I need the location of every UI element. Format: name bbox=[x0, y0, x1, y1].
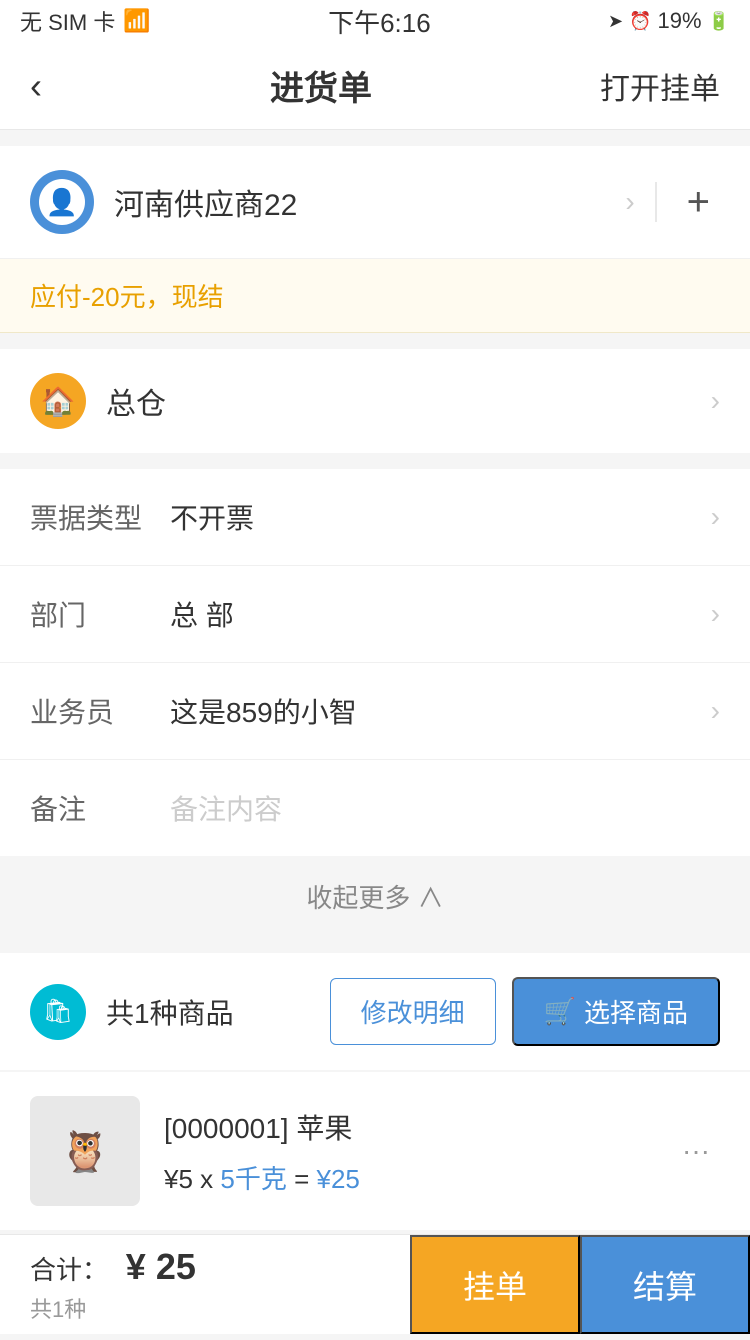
supplier-section: 👤 河南供应商22 › + 应付-20元，现结 bbox=[0, 146, 750, 333]
page-title: 进货单 bbox=[270, 61, 372, 110]
supplier-avatar: 👤 bbox=[30, 170, 94, 234]
supplier-divider bbox=[655, 182, 657, 222]
home-icon: 🏠 bbox=[41, 385, 76, 418]
product-name: [0000001] 苹果 bbox=[164, 1107, 672, 1147]
status-bar: 无 SIM 卡 📶 下午6:16 ➤ ⏰ 19% 🔋 bbox=[0, 0, 750, 42]
shopping-icon: 🛍 bbox=[43, 997, 73, 1026]
supplier-row[interactable]: 👤 河南供应商22 › + bbox=[0, 146, 750, 259]
chevron-right-icon-3: › bbox=[711, 501, 720, 533]
status-left: 无 SIM 卡 📶 bbox=[20, 5, 151, 37]
remark-label: 备注 bbox=[30, 788, 150, 828]
dept-row[interactable]: 部门 总 部 › bbox=[0, 566, 750, 663]
total-label: 合计： bbox=[30, 1255, 108, 1285]
product-count: 共1种商品 bbox=[106, 992, 330, 1032]
invoice-row[interactable]: 票据类型 不开票 › bbox=[0, 469, 750, 566]
product-qty: 5千克 bbox=[220, 1164, 286, 1194]
battery-icon: 🔋 bbox=[708, 11, 730, 32]
multiply-sign: x bbox=[200, 1164, 220, 1194]
suspend-button[interactable]: 挂单 bbox=[410, 1235, 580, 1334]
dept-label: 部门 bbox=[30, 594, 150, 634]
unit-price: ¥5 bbox=[164, 1164, 193, 1194]
add-supplier-button[interactable]: + bbox=[677, 180, 720, 225]
edit-detail-button[interactable]: 修改明细 bbox=[330, 978, 496, 1045]
chevron-right-icon-4: › bbox=[711, 598, 720, 630]
product-placeholder-icon: 🦉 bbox=[60, 1128, 110, 1175]
product-price: ¥5 x 5千克 = ¥25 bbox=[164, 1159, 672, 1196]
checkout-button[interactable]: 结算 bbox=[580, 1235, 750, 1334]
open-pending-button[interactable]: 打开挂单 bbox=[600, 64, 720, 108]
battery-label: 19% bbox=[658, 8, 702, 34]
status-time: 下午6:16 bbox=[328, 3, 431, 40]
back-button[interactable]: ‹ bbox=[30, 65, 42, 107]
person-icon: 👤 bbox=[46, 187, 78, 218]
product-thumbnail: 🦉 bbox=[30, 1096, 140, 1206]
alarm-icon: ⏰ bbox=[629, 11, 651, 32]
select-product-label: 选择商品 bbox=[584, 993, 688, 1030]
more-options-button[interactable]: ··· bbox=[672, 1135, 720, 1167]
warehouse-section: 🏠 总仓 › bbox=[0, 349, 750, 453]
sales-value: 这是859的小智 bbox=[150, 691, 711, 731]
sales-label: 业务员 bbox=[30, 691, 150, 731]
product-item: 🦉 [0000001] 苹果 ¥5 x 5千克 = ¥25 ··· bbox=[0, 1072, 750, 1230]
sales-row[interactable]: 业务员 这是859的小智 › bbox=[0, 663, 750, 760]
wifi-icon: 📶 bbox=[123, 8, 150, 34]
form-section: 票据类型 不开票 › 部门 总 部 › 业务员 这是859的小智 › 备注 备注… bbox=[0, 469, 750, 856]
location-icon: ➤ bbox=[608, 11, 623, 32]
collapse-row[interactable]: 收起更多 ∧ bbox=[0, 856, 750, 937]
select-icon: 🛒 bbox=[544, 996, 576, 1027]
carrier-label: 无 SIM 卡 bbox=[20, 5, 115, 37]
dept-value: 总 部 bbox=[150, 594, 711, 634]
product-info: [0000001] 苹果 ¥5 x 5千克 = ¥25 bbox=[164, 1107, 672, 1196]
product-title: 苹果 bbox=[296, 1113, 352, 1144]
remark-row[interactable]: 备注 备注内容 bbox=[0, 760, 750, 856]
invoice-label: 票据类型 bbox=[30, 497, 150, 537]
chevron-right-icon-5: › bbox=[711, 695, 720, 727]
chevron-right-icon: › bbox=[625, 186, 634, 218]
divider-2 bbox=[0, 333, 750, 349]
total-sub: 共1种 bbox=[30, 1292, 380, 1324]
warning-banner: 应付-20元，现结 bbox=[0, 259, 750, 333]
warehouse-row[interactable]: 🏠 总仓 › bbox=[0, 349, 750, 453]
bottom-bar: 合计： ¥ 25 共1种 挂单 结算 bbox=[0, 1234, 750, 1334]
total-amount: ¥ 25 bbox=[126, 1246, 196, 1287]
product-icon: 🛍 bbox=[30, 984, 86, 1040]
total-section: 合计： ¥ 25 共1种 bbox=[0, 1246, 410, 1324]
nav-bar: ‹ 进货单 打开挂单 bbox=[0, 42, 750, 130]
product-total: ¥25 bbox=[317, 1164, 360, 1194]
status-right: ➤ ⏰ 19% 🔋 bbox=[608, 8, 730, 34]
divider-1 bbox=[0, 130, 750, 146]
product-header: 🛍 共1种商品 修改明细 🛒 选择商品 bbox=[0, 953, 750, 1070]
warehouse-icon: 🏠 bbox=[30, 373, 86, 429]
product-code: [0000001] bbox=[164, 1113, 289, 1144]
warehouse-name: 总仓 bbox=[106, 379, 711, 423]
invoice-value: 不开票 bbox=[150, 497, 711, 537]
supplier-name: 河南供应商22 bbox=[114, 180, 625, 224]
equals-sign: = bbox=[294, 1164, 316, 1194]
remark-input[interactable]: 备注内容 bbox=[150, 788, 720, 828]
chevron-right-icon-2: › bbox=[711, 385, 720, 417]
select-product-button[interactable]: 🛒 选择商品 bbox=[512, 977, 720, 1046]
